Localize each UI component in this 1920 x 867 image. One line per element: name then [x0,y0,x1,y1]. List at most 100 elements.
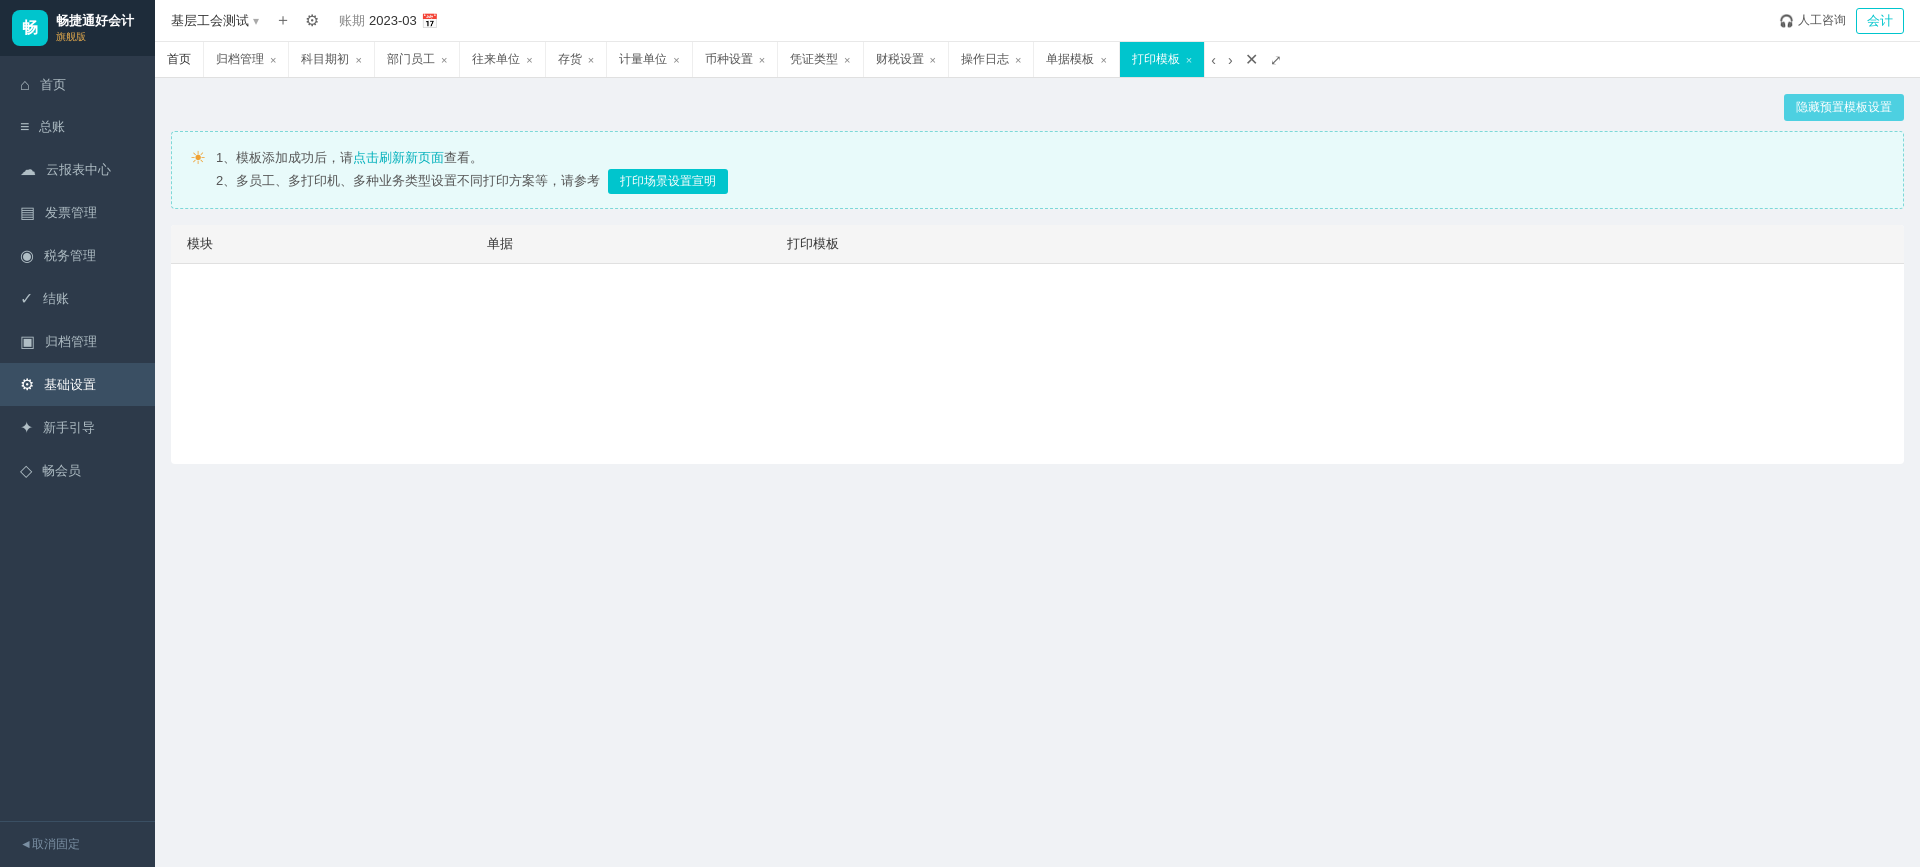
print-template-table: 模块 单据 打印模板 [171,225,1904,464]
settings-icon: ⚙ [20,375,34,394]
headset-icon: 🎧 [1779,14,1794,28]
info-line2: 2、多员工、多打印机、多种业务类型设置不同打印方案等，请参考 打印场景设置宣明 [216,169,728,194]
sidebar: 畅 畅捷通好会计 旗舰版 ⌂ 首页 ≡ 总账 ☁ 云报表中心 ▤ 发票管理 ◉ … [0,0,155,867]
sidebar-item-member[interactable]: ◇ 畅会员 [0,449,155,492]
archive-icon: ▣ [20,332,35,351]
tab-currency-label: 币种设置 [705,51,753,68]
sidebar-item-ledger[interactable]: ≡ 总账 [0,106,155,148]
sidebar-item-checkout[interactable]: ✓ 结账 [0,277,155,320]
sidebar-logo: 畅 畅捷通好会计 旗舰版 [0,0,155,56]
tab-department-close[interactable]: × [441,54,447,66]
tab-customer-close[interactable]: × [526,54,532,66]
main-area: 基层工会测试 ▾ ＋ ⚙ 账期 2023-03 📅 🎧 人工咨询 会计 首页 归… [155,0,1920,867]
sidebar-label-member: 畅会员 [42,462,81,480]
company-name: 基层工会测试 ▾ [171,12,259,30]
tab-inventory[interactable]: 存货 × [546,42,607,78]
sidebar-item-reports[interactable]: ☁ 云报表中心 [0,148,155,191]
unpin-label: ◄取消固定 [20,836,80,853]
tab-singledoc-label: 单据模板 [1046,51,1094,68]
col-template: 打印模板 [771,225,1904,263]
tab-taxsetting[interactable]: 财税设置 × [864,42,949,78]
sidebar-label-reports: 云报表中心 [46,161,111,179]
member-icon: ◇ [20,461,32,480]
tab-department-label: 部门员工 [387,51,435,68]
tab-home-label: 首页 [167,51,191,68]
service-label: 人工咨询 [1798,12,1846,29]
table-body [171,264,1904,464]
logo-text: 畅捷通好会计 旗舰版 [56,12,134,44]
table-header: 模块 单据 打印模板 [171,225,1904,264]
bulb-icon: ☀ [190,147,206,169]
hide-template-section: 隐藏预置模板设置 [171,94,1904,121]
tab-voucher-close[interactable]: × [844,54,850,66]
sidebar-item-settings[interactable]: ⚙ 基础设置 [0,363,155,406]
tab-inventory-close[interactable]: × [588,54,594,66]
sidebar-label-settings: 基础设置 [44,376,96,394]
calendar-icon[interactable]: 📅 [421,13,438,29]
info-line1-suffix: 查看。 [444,150,483,165]
settings-gear-button[interactable]: ⚙ [301,9,323,32]
app-title: 畅捷通好会计 [56,12,134,30]
sidebar-label-invoice: 发票管理 [45,204,97,222]
sidebar-label-archive: 归档管理 [45,333,97,351]
tab-close-all-button[interactable]: ✕ [1239,42,1264,78]
topbar: 基层工会测试 ▾ ＋ ⚙ 账期 2023-03 📅 🎧 人工咨询 会计 [155,0,1920,42]
sidebar-label-checkout: 结账 [43,290,69,308]
sidebar-item-guide[interactable]: ✦ 新手引导 [0,406,155,449]
tab-oplog-close[interactable]: × [1015,54,1021,66]
tab-currency-close[interactable]: × [759,54,765,66]
tab-unit[interactable]: 计量单位 × [607,42,692,78]
company-dropdown-icon[interactable]: ▾ [253,14,259,28]
kuaiji-button[interactable]: 会计 [1856,8,1904,34]
sidebar-menu: ⌂ 首页 ≡ 总账 ☁ 云报表中心 ▤ 发票管理 ◉ 税务管理 ✓ 结账 ▣ 归… [0,56,155,821]
sidebar-label-ledger: 总账 [39,118,65,136]
tab-next-button[interactable]: › [1222,42,1239,78]
tab-currency[interactable]: 币种设置 × [693,42,778,78]
tab-singledoc[interactable]: 单据模板 × [1034,42,1119,78]
tab-singledoc-close[interactable]: × [1100,54,1106,66]
service-button[interactable]: 🎧 人工咨询 [1779,12,1846,29]
tab-subject-label: 科目期初 [301,51,349,68]
content-area: 隐藏预置模板设置 ☀ 1、模板添加成功后，请点击刷新新页面查看。 2、多员工、多… [155,78,1920,867]
tab-unit-close[interactable]: × [673,54,679,66]
sidebar-item-home[interactable]: ⌂ 首页 [0,64,155,106]
sidebar-footer-pin[interactable]: ◄取消固定 [0,821,155,867]
period-label: 账期 [339,12,365,30]
invoice-icon: ▤ [20,203,35,222]
sidebar-label-guide: 新手引导 [43,419,95,437]
tab-subject-close[interactable]: × [355,54,361,66]
tab-subject[interactable]: 科目期初 × [289,42,374,78]
tab-oplog[interactable]: 操作日志 × [949,42,1034,78]
sidebar-item-invoice[interactable]: ▤ 发票管理 [0,191,155,234]
accounting-period: 账期 2023-03 📅 [339,12,438,30]
tab-prev-button[interactable]: ‹ [1205,42,1222,78]
info-box: ☀ 1、模板添加成功后，请点击刷新新页面查看。 2、多员工、多打印机、多种业务类… [171,131,1904,209]
guide-icon: ✦ [20,418,33,437]
tab-voucher[interactable]: 凭证类型 × [778,42,863,78]
hide-preset-template-button[interactable]: 隐藏预置模板设置 [1784,94,1904,121]
refresh-page-link[interactable]: 点击刷新新页面 [353,150,444,165]
tab-archive-close[interactable]: × [270,54,276,66]
tab-printtemplate-close[interactable]: × [1186,54,1192,66]
info-line2-prefix: 2、多员工、多打印机、多种业务类型设置不同打印方案等，请参考 [216,173,600,188]
tab-customer[interactable]: 往来单位 × [460,42,545,78]
info-line1-prefix: 1、模板添加成功后，请 [216,150,353,165]
info-line1: 1、模板添加成功后，请点击刷新新页面查看。 [216,146,728,169]
tab-inventory-label: 存货 [558,51,582,68]
cloud-icon: ☁ [20,160,36,179]
period-value: 2023-03 [369,13,417,28]
print-guide-button[interactable]: 打印场景设置宣明 [608,169,728,194]
add-company-button[interactable]: ＋ [271,8,295,33]
app-badge: 旗舰版 [56,30,134,44]
info-text-block: 1、模板添加成功后，请点击刷新新页面查看。 2、多员工、多打印机、多种业务类型设… [216,146,728,194]
tab-department[interactable]: 部门员工 × [375,42,460,78]
sidebar-item-archive[interactable]: ▣ 归档管理 [0,320,155,363]
tab-printtemplate-label: 打印模板 [1132,51,1180,68]
tab-expand-button[interactable]: ⤢ [1264,42,1288,78]
home-icon: ⌂ [20,76,30,94]
tab-archive[interactable]: 归档管理 × [204,42,289,78]
tab-printtemplate[interactable]: 打印模板 × [1120,42,1205,78]
sidebar-item-tax[interactable]: ◉ 税务管理 [0,234,155,277]
tab-taxsetting-close[interactable]: × [930,54,936,66]
tab-home[interactable]: 首页 [155,42,204,78]
